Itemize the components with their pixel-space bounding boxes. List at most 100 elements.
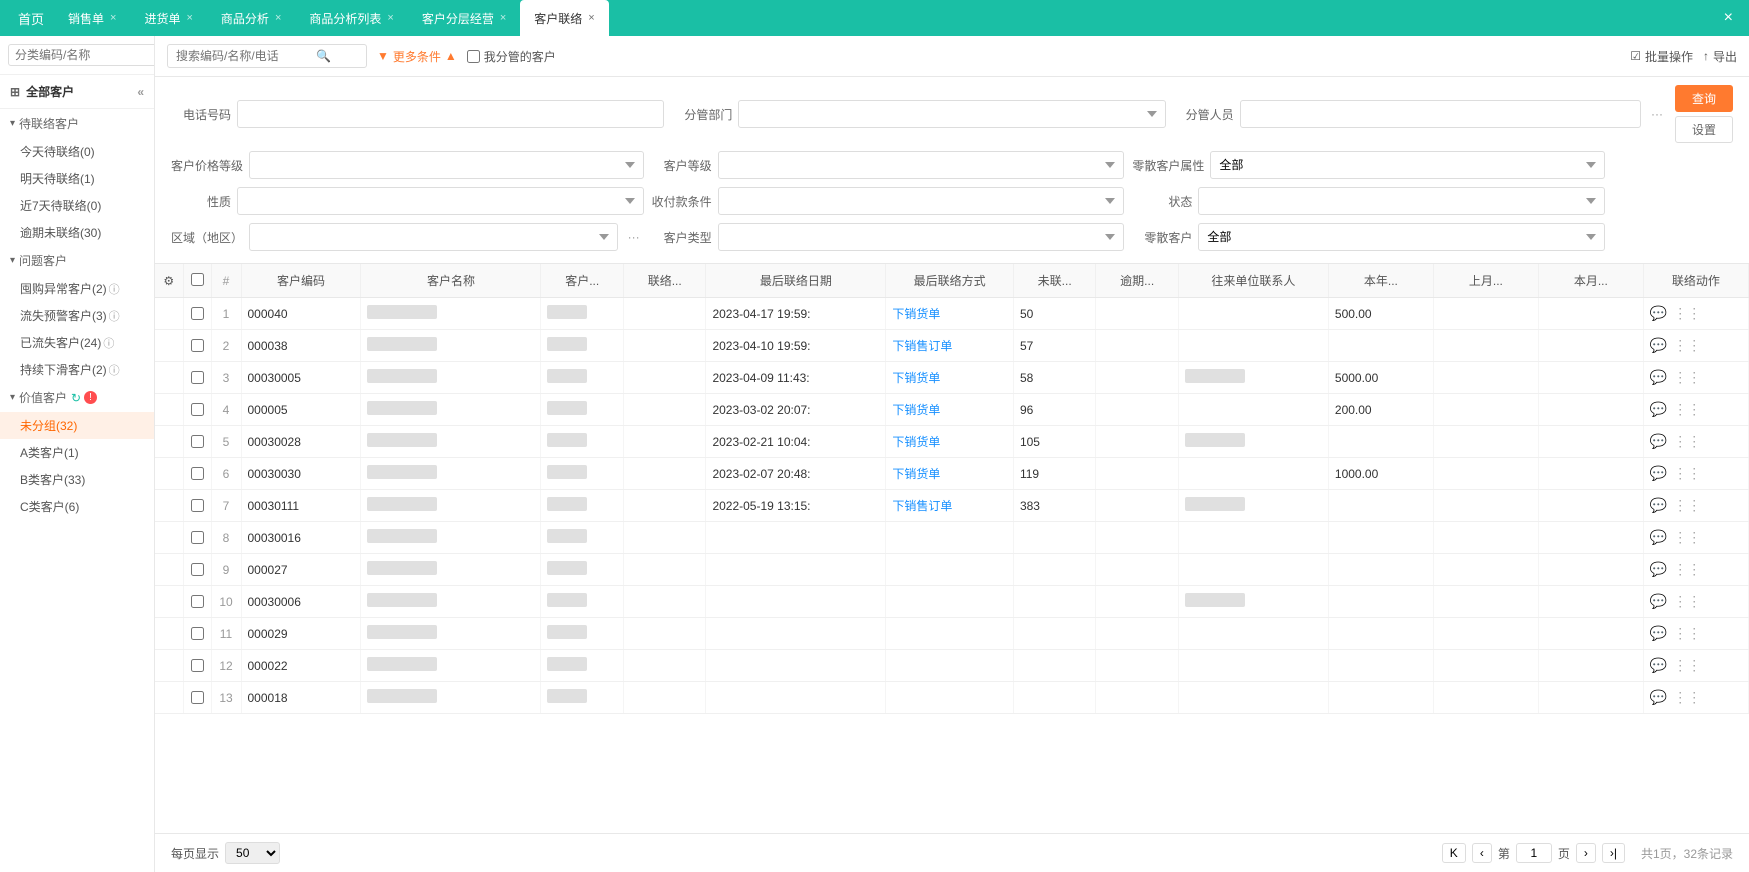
row-checkbox[interactable] bbox=[191, 563, 204, 576]
row-checkbox[interactable] bbox=[191, 659, 204, 672]
chat-icon[interactable]: 💬 bbox=[1650, 657, 1667, 674]
th-company-contact[interactable]: 往来单位联系人 bbox=[1178, 264, 1328, 298]
row-checkbox[interactable] bbox=[191, 371, 204, 384]
th-this-month[interactable]: 本月... bbox=[1538, 264, 1643, 298]
chat-icon[interactable]: 💬 bbox=[1650, 401, 1667, 418]
chat-icon[interactable]: 💬 bbox=[1650, 625, 1667, 642]
more-icon[interactable]: ⋮⋮ bbox=[1673, 305, 1701, 322]
row-checkbox[interactable] bbox=[191, 403, 204, 416]
chat-icon[interactable]: 💬 bbox=[1650, 529, 1667, 546]
more-icon[interactable]: ⋮⋮ bbox=[1673, 401, 1701, 418]
row-checkbox[interactable] bbox=[191, 435, 204, 448]
sidebar-item-churned[interactable]: 已流失客户(24) ⓘ bbox=[0, 329, 154, 356]
chat-icon[interactable]: 💬 bbox=[1650, 593, 1667, 610]
collapse-icon[interactable]: « bbox=[137, 85, 144, 99]
input-person[interactable] bbox=[1240, 100, 1641, 128]
query-button[interactable]: 查询 bbox=[1675, 85, 1733, 112]
select-region[interactable] bbox=[249, 223, 618, 251]
sidebar-section-pending[interactable]: ▾ 待联络客户 bbox=[0, 109, 154, 138]
select-scatter[interactable]: 全部 bbox=[1198, 223, 1605, 251]
chat-icon[interactable]: 💬 bbox=[1650, 561, 1667, 578]
chat-icon[interactable]: 💬 bbox=[1650, 369, 1667, 386]
select-all-checkbox[interactable] bbox=[191, 273, 204, 286]
th-checkbox[interactable] bbox=[183, 264, 211, 298]
sidebar-item-class-b[interactable]: B类客户(33) bbox=[0, 466, 154, 493]
more-icon[interactable]: ⋮⋮ bbox=[1673, 337, 1701, 354]
sidebar-item-declining[interactable]: 持续下滑客户(2) ⓘ bbox=[0, 356, 154, 383]
select-price-level[interactable] bbox=[249, 151, 644, 179]
row-checkbox[interactable] bbox=[191, 339, 204, 352]
row-checkbox[interactable] bbox=[191, 499, 204, 512]
more-icon[interactable]: ⋮⋮ bbox=[1673, 433, 1701, 450]
more-icon[interactable]: ⋮⋮ bbox=[1673, 465, 1701, 482]
refresh-icon[interactable]: ↻ bbox=[71, 391, 81, 405]
nav-home[interactable]: 首页 bbox=[8, 0, 54, 36]
close-sales-tab[interactable]: × bbox=[110, 12, 116, 24]
select-status[interactable] bbox=[1198, 187, 1605, 215]
row-checkbox[interactable] bbox=[191, 531, 204, 544]
next-page-btn[interactable]: › bbox=[1576, 843, 1596, 863]
last-page-btn[interactable]: ›| bbox=[1602, 843, 1625, 863]
sidebar-search-input[interactable] bbox=[8, 44, 155, 66]
region-dots-btn[interactable]: ··· bbox=[624, 230, 644, 244]
more-icon[interactable]: ⋮⋮ bbox=[1673, 689, 1701, 706]
sidebar-item-class-a[interactable]: A类客户(1) bbox=[0, 439, 154, 466]
contact-method-link[interactable]: 下销货单 bbox=[892, 403, 940, 417]
chat-icon[interactable]: 💬 bbox=[1650, 689, 1667, 706]
sidebar-section-value[interactable]: ▾ 价值客户 ↻ ! bbox=[0, 383, 154, 412]
nav-customer-segment[interactable]: 客户分层经营 × bbox=[408, 0, 520, 36]
close-customer-contact-tab[interactable]: × bbox=[588, 12, 594, 24]
more-icon[interactable]: ⋮⋮ bbox=[1673, 625, 1701, 642]
first-page-btn[interactable]: K bbox=[1442, 843, 1466, 863]
contact-method-link[interactable]: 下销货单 bbox=[892, 307, 940, 321]
more-icon[interactable]: ⋮⋮ bbox=[1673, 497, 1701, 514]
nav-sales[interactable]: 销售单 × bbox=[54, 0, 130, 36]
th-overdue[interactable]: 逾期... bbox=[1096, 264, 1178, 298]
sidebar-item-churn-warning[interactable]: 流失预警客户(3) ⓘ bbox=[0, 302, 154, 329]
person-dots-btn[interactable]: ··· bbox=[1647, 107, 1667, 121]
more-icon[interactable]: ⋮⋮ bbox=[1673, 369, 1701, 386]
row-checkbox[interactable] bbox=[191, 691, 204, 704]
nav-product-analysis-list[interactable]: 商品分析列表 × bbox=[295, 0, 407, 36]
row-checkbox[interactable] bbox=[191, 627, 204, 640]
reset-button[interactable]: 设置 bbox=[1675, 116, 1733, 143]
sidebar-item-week-pending[interactable]: 近7天待联络(0) bbox=[0, 192, 154, 219]
contact-method-link[interactable]: 下销售订单 bbox=[892, 499, 952, 513]
select-customer-type[interactable] bbox=[718, 223, 1125, 251]
sidebar-all-customers[interactable]: ⊞ 全部客户 « bbox=[0, 75, 154, 109]
nav-customer-contact[interactable]: 客户联络 × bbox=[520, 0, 608, 36]
more-conditions-btn[interactable]: ▼ 更多条件 ▲ bbox=[377, 48, 457, 65]
th-code[interactable]: 客户编码 bbox=[241, 264, 361, 298]
chat-icon[interactable]: 💬 bbox=[1650, 433, 1667, 450]
select-scatter-attr[interactable]: 全部 bbox=[1210, 151, 1605, 179]
nav-purchase[interactable]: 进货单 × bbox=[130, 0, 206, 36]
th-type[interactable]: 客户... bbox=[541, 264, 623, 298]
th-this-year[interactable]: 本年... bbox=[1328, 264, 1433, 298]
chat-icon[interactable]: 💬 bbox=[1650, 465, 1667, 482]
th-gear[interactable]: ⚙ bbox=[155, 264, 183, 298]
select-nature[interactable] bbox=[237, 187, 644, 215]
sidebar-item-hoarding[interactable]: 囤购异常客户(2) ⓘ bbox=[0, 275, 154, 302]
sidebar-item-unclassified[interactable]: 未分组(32) bbox=[0, 412, 154, 439]
th-last-contact-method[interactable]: 最后联络方式 bbox=[886, 264, 1014, 298]
th-not-contacted[interactable]: 未联... bbox=[1013, 264, 1095, 298]
select-customer-level[interactable] bbox=[718, 151, 1125, 179]
per-page-select[interactable]: 50 100 200 bbox=[225, 842, 280, 864]
nav-product-analysis[interactable]: 商品分析 × bbox=[207, 0, 295, 36]
main-search-input[interactable] bbox=[176, 49, 316, 63]
chat-icon[interactable]: 💬 bbox=[1650, 305, 1667, 322]
th-last-month[interactable]: 上月... bbox=[1433, 264, 1538, 298]
sidebar-item-today-pending[interactable]: 今天待联络(0) bbox=[0, 138, 154, 165]
close-product-analysis-tab[interactable]: × bbox=[275, 12, 281, 24]
row-checkbox[interactable] bbox=[191, 467, 204, 480]
more-icon[interactable]: ⋮⋮ bbox=[1673, 657, 1701, 674]
th-name[interactable]: 客户名称 bbox=[361, 264, 541, 298]
sidebar-item-overdue-pending[interactable]: 逾期未联络(30) bbox=[0, 219, 154, 246]
more-icon[interactable]: ⋮⋮ bbox=[1673, 561, 1701, 578]
contact-method-link[interactable]: 下销货单 bbox=[892, 435, 940, 449]
my-customers-checkbox[interactable] bbox=[467, 50, 480, 63]
main-search-icon[interactable]: 🔍 bbox=[316, 49, 331, 63]
more-icon[interactable]: ⋮⋮ bbox=[1673, 529, 1701, 546]
th-contact[interactable]: 联络... bbox=[623, 264, 705, 298]
close-product-analysis-list-tab[interactable]: × bbox=[387, 12, 393, 24]
